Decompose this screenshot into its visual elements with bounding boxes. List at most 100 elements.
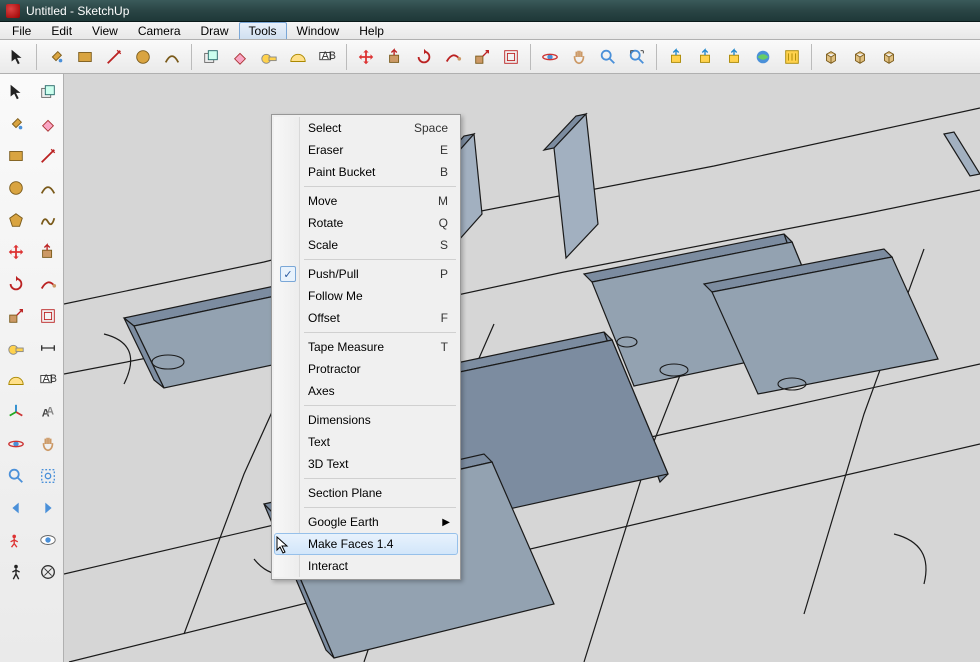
- menu-item-select[interactable]: SelectSpace: [274, 117, 458, 139]
- menu-tools[interactable]: Tools: [239, 22, 287, 39]
- toolbar-separator: [191, 44, 192, 70]
- menubar[interactable]: FileEditViewCameraDrawToolsWindowHelp: [0, 22, 980, 40]
- menu-item-text[interactable]: Text: [274, 431, 458, 453]
- followme-icon[interactable]: [440, 44, 466, 70]
- menu-item-label: Offset: [308, 311, 340, 325]
- menu-item-tape-measure[interactable]: Tape MeasureT: [274, 336, 458, 358]
- zoom-icon[interactable]: [595, 44, 621, 70]
- menu-draw[interactable]: Draw: [191, 22, 239, 39]
- protractor-icon[interactable]: [285, 44, 311, 70]
- section-plane-icon[interactable]: [33, 557, 63, 587]
- menu-item-label: Push/Pull: [308, 267, 359, 281]
- scale-icon[interactable]: [1, 301, 31, 331]
- look-around-icon[interactable]: [33, 525, 63, 555]
- line-icon[interactable]: [33, 141, 63, 171]
- toggle-terrain-icon[interactable]: [779, 44, 805, 70]
- select-icon[interactable]: [1, 77, 31, 107]
- rotate-icon[interactable]: [411, 44, 437, 70]
- orbit-icon[interactable]: [537, 44, 563, 70]
- viewport[interactable]: SelectSpaceEraserEPaint BucketB MoveMRota…: [64, 74, 980, 662]
- menu-shortcut: P: [440, 267, 448, 281]
- prev-icon[interactable]: [1, 493, 31, 523]
- menu-item-dimensions[interactable]: Dimensions: [274, 409, 458, 431]
- polygon-icon[interactable]: [1, 205, 31, 235]
- menu-window[interactable]: Window: [287, 22, 350, 39]
- text-icon[interactable]: ABC: [314, 44, 340, 70]
- circle-icon[interactable]: [130, 44, 156, 70]
- share-model-icon[interactable]: [692, 44, 718, 70]
- line-icon[interactable]: [101, 44, 127, 70]
- pushpull-icon[interactable]: [382, 44, 408, 70]
- box3-icon[interactable]: [876, 44, 902, 70]
- pushpull-icon[interactable]: [33, 237, 63, 267]
- arc-icon[interactable]: [33, 173, 63, 203]
- followme-icon[interactable]: [33, 269, 63, 299]
- menu-item-3d-text[interactable]: 3D Text: [274, 453, 458, 475]
- protractor-icon[interactable]: [1, 365, 31, 395]
- tape-icon[interactable]: [256, 44, 282, 70]
- select-arrow-icon[interactable]: [4, 44, 30, 70]
- menu-separator: [304, 507, 456, 508]
- box2-icon[interactable]: [847, 44, 873, 70]
- menu-item-scale[interactable]: ScaleS: [274, 234, 458, 256]
- menu-item-move[interactable]: MoveM: [274, 190, 458, 212]
- box1-icon[interactable]: [818, 44, 844, 70]
- rectangle-icon[interactable]: [1, 141, 31, 171]
- component-icon[interactable]: [33, 77, 63, 107]
- move-icon[interactable]: [353, 44, 379, 70]
- paint-bucket-icon[interactable]: [43, 44, 69, 70]
- menu-item-google-earth[interactable]: Google Earth▶: [274, 511, 458, 533]
- arc-icon[interactable]: [159, 44, 185, 70]
- dimensions-icon[interactable]: [33, 333, 63, 363]
- google-earth-icon[interactable]: [750, 44, 776, 70]
- text-icon[interactable]: ABC: [33, 365, 63, 395]
- upload-icon[interactable]: [721, 44, 747, 70]
- menu-help[interactable]: Help: [349, 22, 394, 39]
- freehand-icon[interactable]: [33, 205, 63, 235]
- rotate-icon[interactable]: [1, 269, 31, 299]
- offset-icon[interactable]: [498, 44, 524, 70]
- menu-edit[interactable]: Edit: [41, 22, 82, 39]
- 3dtext-icon[interactable]: AA: [33, 397, 63, 427]
- menu-item-make-faces-1-4[interactable]: Make Faces 1.4: [274, 533, 458, 555]
- menu-view[interactable]: View: [82, 22, 128, 39]
- eraser-icon[interactable]: [227, 44, 253, 70]
- position-camera-icon[interactable]: [1, 525, 31, 555]
- get-models-icon[interactable]: [663, 44, 689, 70]
- orbit-icon[interactable]: [1, 429, 31, 459]
- pan-icon[interactable]: [566, 44, 592, 70]
- eraser-icon[interactable]: [33, 109, 63, 139]
- axes-icon[interactable]: [1, 397, 31, 427]
- menu-item-paint-bucket[interactable]: Paint BucketB: [274, 161, 458, 183]
- menu-item-follow-me[interactable]: Follow Me: [274, 285, 458, 307]
- menu-item-eraser[interactable]: EraserE: [274, 139, 458, 161]
- toolbar-separator: [656, 44, 657, 70]
- scale-icon[interactable]: [469, 44, 495, 70]
- menu-item-axes[interactable]: Axes: [274, 380, 458, 402]
- rectangle-icon[interactable]: [72, 44, 98, 70]
- component-icon[interactable]: [198, 44, 224, 70]
- menu-camera[interactable]: Camera: [128, 22, 191, 39]
- tape-icon[interactable]: [1, 333, 31, 363]
- menu-item-rotate[interactable]: RotateQ: [274, 212, 458, 234]
- zoom-window-icon[interactable]: [33, 461, 63, 491]
- menu-item-interact[interactable]: Interact: [274, 555, 458, 577]
- pan-icon[interactable]: [33, 429, 63, 459]
- circle-icon[interactable]: [1, 173, 31, 203]
- menu-shortcut: F: [441, 311, 448, 325]
- offset-icon[interactable]: [33, 301, 63, 331]
- menu-file[interactable]: File: [2, 22, 41, 39]
- menu-item-push-pull[interactable]: Push/PullP✓: [274, 263, 458, 285]
- next-icon[interactable]: [33, 493, 63, 523]
- menu-item-offset[interactable]: Offset F: [274, 307, 458, 329]
- tools-dropdown[interactable]: SelectSpaceEraserEPaint BucketB MoveMRota…: [271, 114, 461, 580]
- menu-item-label: Section Plane: [308, 486, 382, 500]
- menu-item-protractor[interactable]: Protractor: [274, 358, 458, 380]
- paint-bucket-icon[interactable]: [1, 109, 31, 139]
- walk-icon[interactable]: [1, 557, 31, 587]
- zoom-icon[interactable]: [1, 461, 31, 491]
- menu-shortcut: B: [440, 165, 448, 179]
- zoom-extents-icon[interactable]: [624, 44, 650, 70]
- menu-item-section-plane[interactable]: Section Plane: [274, 482, 458, 504]
- move-icon[interactable]: [1, 237, 31, 267]
